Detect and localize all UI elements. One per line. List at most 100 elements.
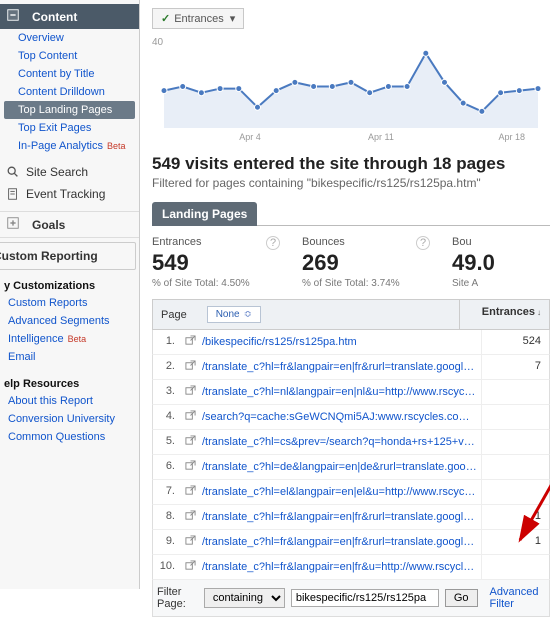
- go-button[interactable]: Go: [445, 589, 478, 607]
- filter-value-input[interactable]: [291, 589, 439, 607]
- landing-pages-table: Page None ≎ Entrances↓ 1./bikespecific/r…: [152, 299, 550, 617]
- help-link[interactable]: Common Questions: [0, 428, 139, 446]
- link-label: Email: [8, 351, 36, 363]
- row-number: 2.: [153, 355, 181, 379]
- filter-mode-select[interactable]: containing: [204, 588, 285, 608]
- metric-entrances: Entrances ? 549 % of Site Total: 4.50%: [152, 236, 302, 289]
- expand-icon: [6, 216, 26, 233]
- table-row: 2. /translate_c?hl=fr&langpair=en|fr&rurl…: [152, 355, 550, 380]
- beta-badge: Beta: [68, 334, 87, 344]
- document-icon: [6, 187, 20, 201]
- sidebar-item[interactable]: In-Page AnalyticsBeta: [0, 137, 139, 155]
- table-row: 8./translate_c?hl=fr&langpair=en|fr&rurl…: [152, 505, 550, 530]
- external-link-icon[interactable]: [185, 360, 196, 374]
- external-link-icon[interactable]: [185, 560, 196, 574]
- row-page-link[interactable]: /translate_c?hl=fr&langpair=en|fr&rurl=t…: [202, 361, 477, 373]
- external-link-icon[interactable]: [185, 510, 196, 524]
- sidebar-item-label: Top Content: [18, 50, 77, 62]
- row-entrances: 524: [481, 330, 549, 354]
- custom-reporting-label: Custom Reporting: [0, 249, 98, 263]
- sidebar-item[interactable]: Overview: [0, 29, 139, 47]
- sidebar: Content Overview Top Content Content by Ti…: [0, 0, 140, 589]
- row-page-link[interactable]: /translate_c?hl=fr&langpair=en|fr&rurl=t…: [202, 511, 477, 523]
- row-page-link[interactable]: /bikespecific/rs125/rs125pa.htm: [202, 336, 357, 348]
- sidebar-item[interactable]: Top Exit Pages: [0, 119, 139, 137]
- col-entrances-header[interactable]: Entrances↓: [459, 300, 549, 329]
- row-page-cell: /search?q=cache:sGeWCNQmi5AJ:www.rscycle…: [181, 405, 481, 429]
- nav-section-goals[interactable]: Goals: [0, 211, 139, 238]
- row-entrances: [481, 405, 549, 429]
- col-entrances-label: Entrances: [482, 306, 535, 318]
- help-link[interactable]: Conversion University: [0, 410, 139, 428]
- secondary-dimension-button[interactable]: None ≎: [207, 306, 261, 323]
- external-link-icon[interactable]: [185, 335, 196, 349]
- metric-value: 49.0: [452, 250, 550, 276]
- nav-section-content[interactable]: Content: [0, 4, 139, 29]
- row-entrances: 1: [481, 530, 549, 554]
- line-chart-svg: Apr 4Apr 11Apr 18: [152, 37, 550, 142]
- help-icon[interactable]: ?: [416, 236, 430, 250]
- advanced-filter-link[interactable]: Advanced Filter: [490, 586, 545, 610]
- row-number: 9.: [153, 530, 181, 554]
- row-entrances: [481, 380, 549, 404]
- row-page-link[interactable]: /translate_c?hl=cs&prev=/search?q=honda+…: [202, 436, 477, 448]
- row-page-link[interactable]: /translate_c?hl=el&langpair=en|el&u=http…: [202, 486, 477, 498]
- sidebar-item-label: Overview: [18, 32, 64, 44]
- collapse-icon: [6, 8, 26, 25]
- metric-footer: % of Site Total: 4.50%: [152, 278, 302, 289]
- site-search-label: Site Search: [26, 165, 88, 179]
- sidebar-item-label: Content Drilldown: [18, 86, 105, 98]
- customization-link[interactable]: Advanced Segments: [0, 312, 139, 330]
- metric-footer: % of Site Total: 3.74%: [302, 278, 452, 289]
- metric-dropdown[interactable]: ✓ Entrances ▾: [152, 8, 244, 29]
- external-link-icon[interactable]: [185, 385, 196, 399]
- customization-link[interactable]: Custom Reports: [0, 294, 139, 312]
- check-icon: ✓: [161, 12, 170, 25]
- row-page-link[interactable]: /translate_c?hl=de&langpair=en|de&rurl=t…: [202, 461, 477, 473]
- metric-footer: Site A: [452, 278, 550, 289]
- sort-desc-icon: ↓: [537, 308, 541, 317]
- table-row: 3./translate_c?hl=nl&langpair=en|nl&u=ht…: [152, 380, 550, 405]
- customization-link[interactable]: Intelligence Beta: [0, 330, 139, 348]
- external-link-icon[interactable]: [185, 535, 196, 549]
- row-page-link[interactable]: /translate_c?hl=fr&langpair=en|fr&rurl=t…: [202, 536, 477, 548]
- beta-badge: Beta: [107, 141, 126, 151]
- customization-link[interactable]: Email: [0, 348, 139, 366]
- row-number: 5.: [153, 430, 181, 454]
- sidebar-item[interactable]: Top Landing Pages: [4, 101, 135, 119]
- sidebar-item[interactable]: Content by Title: [0, 65, 139, 83]
- sparkline-chart: 40 Apr 4Apr 11Apr 18: [152, 37, 550, 142]
- headline-title: 549 visits entered the site through 18 p…: [152, 154, 550, 174]
- link-label: Custom Reports: [8, 297, 87, 309]
- table-row: 10./translate_c?hl=fr&langpair=en|fr&u=h…: [152, 555, 550, 580]
- row-page-link[interactable]: /translate_c?hl=nl&langpair=en|nl&u=http…: [202, 386, 477, 398]
- external-link-icon[interactable]: [185, 485, 196, 499]
- row-page-link[interactable]: /search?q=cache:sGeWCNQmi5AJ:www.rscycle…: [202, 411, 477, 423]
- help-link[interactable]: About this Report: [0, 392, 139, 410]
- link-label: Intelligence: [8, 333, 64, 345]
- sidebar-item-label: Top Exit Pages: [18, 122, 91, 134]
- row-page-link[interactable]: /translate_c?hl=fr&langpair=en|fr&u=http…: [202, 561, 477, 573]
- sidebar-item-label: Content by Title: [18, 68, 94, 80]
- custom-reporting-card[interactable]: Custom Reporting: [0, 242, 136, 270]
- row-number: 6.: [153, 455, 181, 479]
- row-page-cell: /translate_c?hl=fr&langpair=en|fr&u=http…: [181, 555, 481, 579]
- row-number: 1.: [153, 330, 181, 354]
- help-icon[interactable]: ?: [266, 236, 280, 250]
- metric-bounces: Bounces ? 269 % of Site Total: 3.74%: [302, 236, 452, 289]
- nav-event-tracking[interactable]: Event Tracking: [0, 183, 139, 205]
- external-link-icon[interactable]: [185, 410, 196, 424]
- row-number: 7.: [153, 480, 181, 504]
- nav-section-label: Content: [32, 10, 77, 24]
- external-link-icon[interactable]: [185, 435, 196, 449]
- row-number: 4.: [153, 405, 181, 429]
- row-page-cell: /translate_c?hl=nl&langpair=en|nl&u=http…: [181, 380, 481, 404]
- double-chevron-icon: ≎: [244, 309, 252, 320]
- tab-landing-pages[interactable]: Landing Pages: [152, 202, 257, 226]
- sidebar-item[interactable]: Top Content: [0, 47, 139, 65]
- row-page-cell: /translate_c?hl=de&langpair=en|de&rurl=t…: [181, 455, 481, 479]
- link-label: Advanced Segments: [8, 315, 110, 327]
- external-link-icon[interactable]: [185, 460, 196, 474]
- nav-site-search[interactable]: Site Search: [0, 161, 139, 183]
- sidebar-item[interactable]: Content Drilldown: [0, 83, 139, 101]
